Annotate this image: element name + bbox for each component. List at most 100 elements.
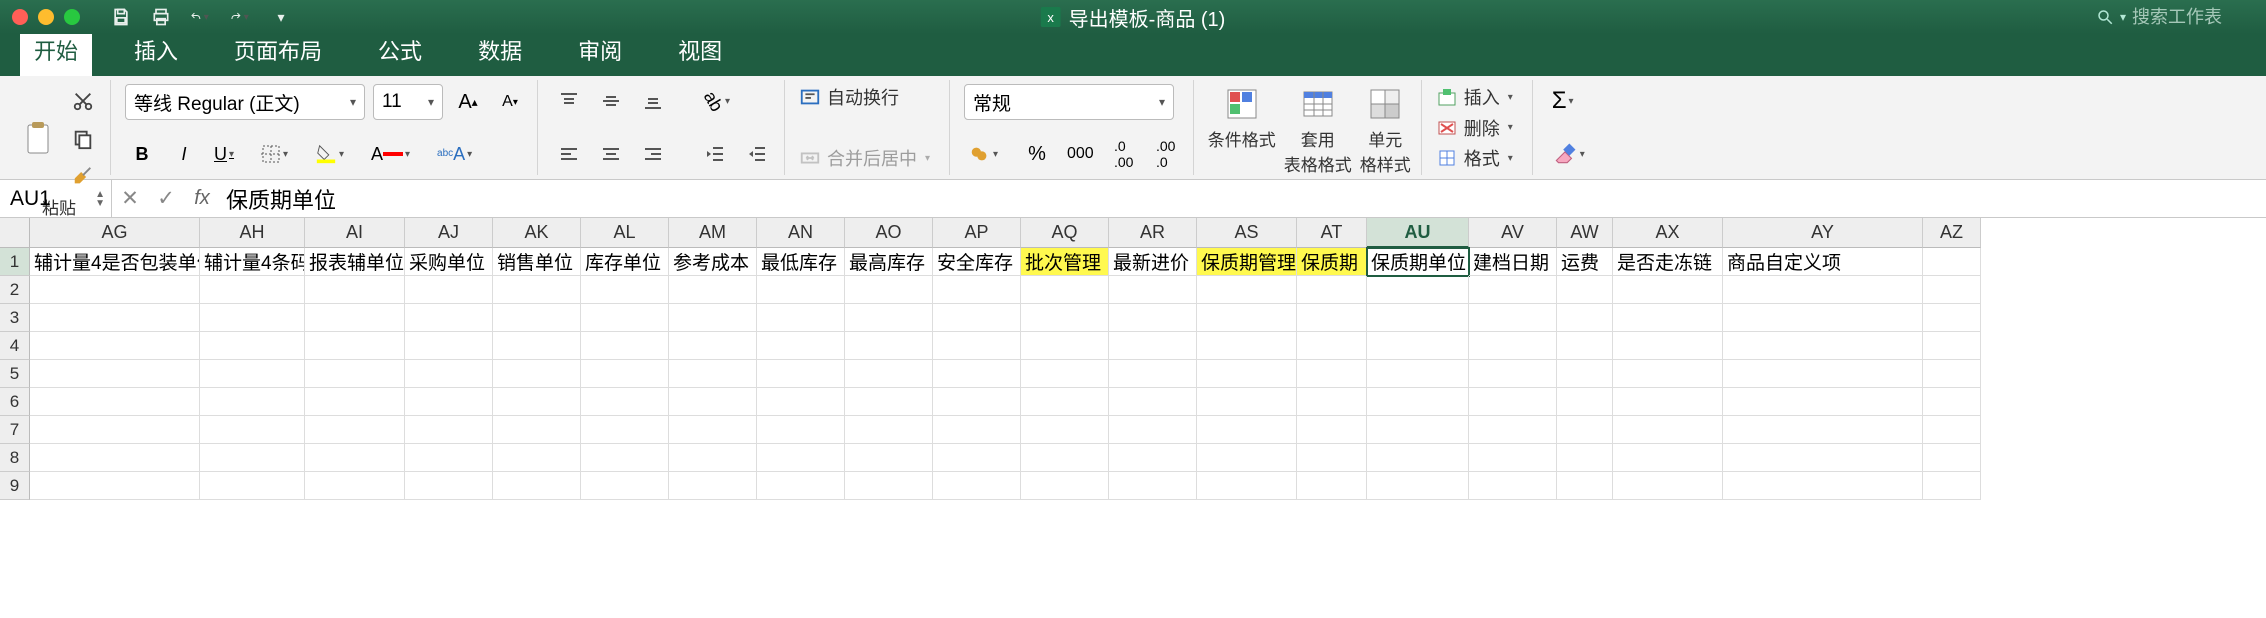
cell[interactable] <box>405 416 493 444</box>
align-bottom-button[interactable] <box>636 84 670 118</box>
cell[interactable] <box>669 304 757 332</box>
cell[interactable] <box>1297 304 1367 332</box>
formula-cancel-button[interactable]: ✕ <box>112 186 148 211</box>
cell[interactable] <box>30 388 200 416</box>
cell[interactable] <box>1557 360 1613 388</box>
cell[interactable] <box>1469 444 1557 472</box>
column-header-AT[interactable]: AT <box>1297 218 1367 248</box>
cell[interactable] <box>1297 388 1367 416</box>
cell[interactable] <box>1021 444 1109 472</box>
column-header-AO[interactable]: AO <box>845 218 933 248</box>
cell[interactable] <box>1923 472 1981 500</box>
cell[interactable] <box>1109 360 1197 388</box>
cell[interactable] <box>581 276 669 304</box>
cell[interactable] <box>669 332 757 360</box>
cell[interactable]: 商品自定义项 <box>1723 248 1923 276</box>
cell[interactable] <box>305 416 405 444</box>
cell[interactable] <box>757 416 845 444</box>
cell[interactable] <box>493 360 581 388</box>
cell[interactable] <box>669 416 757 444</box>
qat-customize-icon[interactable]: ▾ <box>270 6 292 28</box>
column-header-AW[interactable]: AW <box>1557 218 1613 248</box>
cell[interactable] <box>305 360 405 388</box>
cell[interactable] <box>305 472 405 500</box>
format-cells-button[interactable]: 格式▾ <box>1436 145 1522 171</box>
formula-input[interactable] <box>220 186 2266 212</box>
font-color-button[interactable]: A▾ <box>366 137 424 171</box>
row-header[interactable]: 9 <box>0 472 30 500</box>
cell[interactable]: 库存单位 <box>581 248 669 276</box>
cell[interactable] <box>845 276 933 304</box>
cell[interactable] <box>1723 388 1923 416</box>
cell[interactable] <box>1923 248 1981 276</box>
cell[interactable] <box>581 388 669 416</box>
cell[interactable] <box>305 332 405 360</box>
cell[interactable] <box>405 360 493 388</box>
column-header-AR[interactable]: AR <box>1109 218 1197 248</box>
select-all-corner[interactable] <box>0 218 30 248</box>
bold-button[interactable]: B <box>125 137 159 171</box>
cell[interactable] <box>669 276 757 304</box>
decrease-indent-button[interactable] <box>698 137 732 171</box>
cell[interactable]: 保质期管理 <box>1197 248 1297 276</box>
cell[interactable]: 是否走冻链 <box>1613 248 1723 276</box>
cell[interactable] <box>845 304 933 332</box>
cell[interactable] <box>493 416 581 444</box>
cell[interactable]: 采购单位 <box>405 248 493 276</box>
cell[interactable]: 运费 <box>1557 248 1613 276</box>
tab-data[interactable]: 数据 <box>464 28 536 76</box>
cell[interactable] <box>1367 416 1469 444</box>
cell[interactable] <box>1557 388 1613 416</box>
cell[interactable] <box>405 276 493 304</box>
cell[interactable] <box>1197 388 1297 416</box>
cell[interactable] <box>757 472 845 500</box>
cell[interactable] <box>1297 332 1367 360</box>
cell[interactable] <box>757 304 845 332</box>
cell[interactable] <box>933 444 1021 472</box>
cell[interactable] <box>1109 444 1197 472</box>
cell[interactable] <box>669 360 757 388</box>
cell[interactable] <box>1021 304 1109 332</box>
cell[interactable] <box>669 444 757 472</box>
cell[interactable] <box>1469 304 1557 332</box>
cell[interactable] <box>1557 416 1613 444</box>
column-header-AU[interactable]: AU <box>1367 218 1469 248</box>
cell[interactable] <box>493 472 581 500</box>
cell[interactable] <box>1021 332 1109 360</box>
cell[interactable] <box>933 416 1021 444</box>
cell[interactable] <box>493 388 581 416</box>
cell[interactable] <box>1109 472 1197 500</box>
conditional-formatting-button[interactable]: 条件格式 <box>1208 84 1276 151</box>
cell[interactable] <box>1469 472 1557 500</box>
row-header[interactable]: 1 <box>0 248 30 276</box>
cell[interactable] <box>200 416 305 444</box>
cell[interactable] <box>581 304 669 332</box>
cell[interactable] <box>1613 304 1723 332</box>
cell[interactable] <box>30 444 200 472</box>
cell[interactable] <box>1557 444 1613 472</box>
tab-view[interactable]: 视图 <box>664 28 736 76</box>
increase-decimal-button[interactable]: .0.00 <box>1107 137 1141 171</box>
align-center-button[interactable] <box>594 137 628 171</box>
cell[interactable] <box>933 304 1021 332</box>
cell[interactable] <box>305 388 405 416</box>
cell[interactable]: 最高库存 <box>845 248 933 276</box>
cell[interactable] <box>200 444 305 472</box>
cell[interactable] <box>1367 276 1469 304</box>
cell[interactable] <box>1723 276 1923 304</box>
cell[interactable] <box>1723 416 1923 444</box>
align-left-button[interactable] <box>552 137 586 171</box>
cell[interactable] <box>1021 360 1109 388</box>
cell[interactable] <box>1367 472 1469 500</box>
cell[interactable] <box>1469 276 1557 304</box>
cell[interactable] <box>200 360 305 388</box>
cell[interactable] <box>1613 472 1723 500</box>
cell[interactable] <box>933 332 1021 360</box>
cell[interactable] <box>1367 304 1469 332</box>
cell[interactable]: 报表辅单位 <box>305 248 405 276</box>
cell[interactable] <box>581 360 669 388</box>
redo-icon[interactable]: ▾ <box>230 6 252 28</box>
align-middle-button[interactable] <box>594 84 628 118</box>
border-button[interactable]: ▾ <box>256 137 302 171</box>
cell[interactable] <box>1197 416 1297 444</box>
